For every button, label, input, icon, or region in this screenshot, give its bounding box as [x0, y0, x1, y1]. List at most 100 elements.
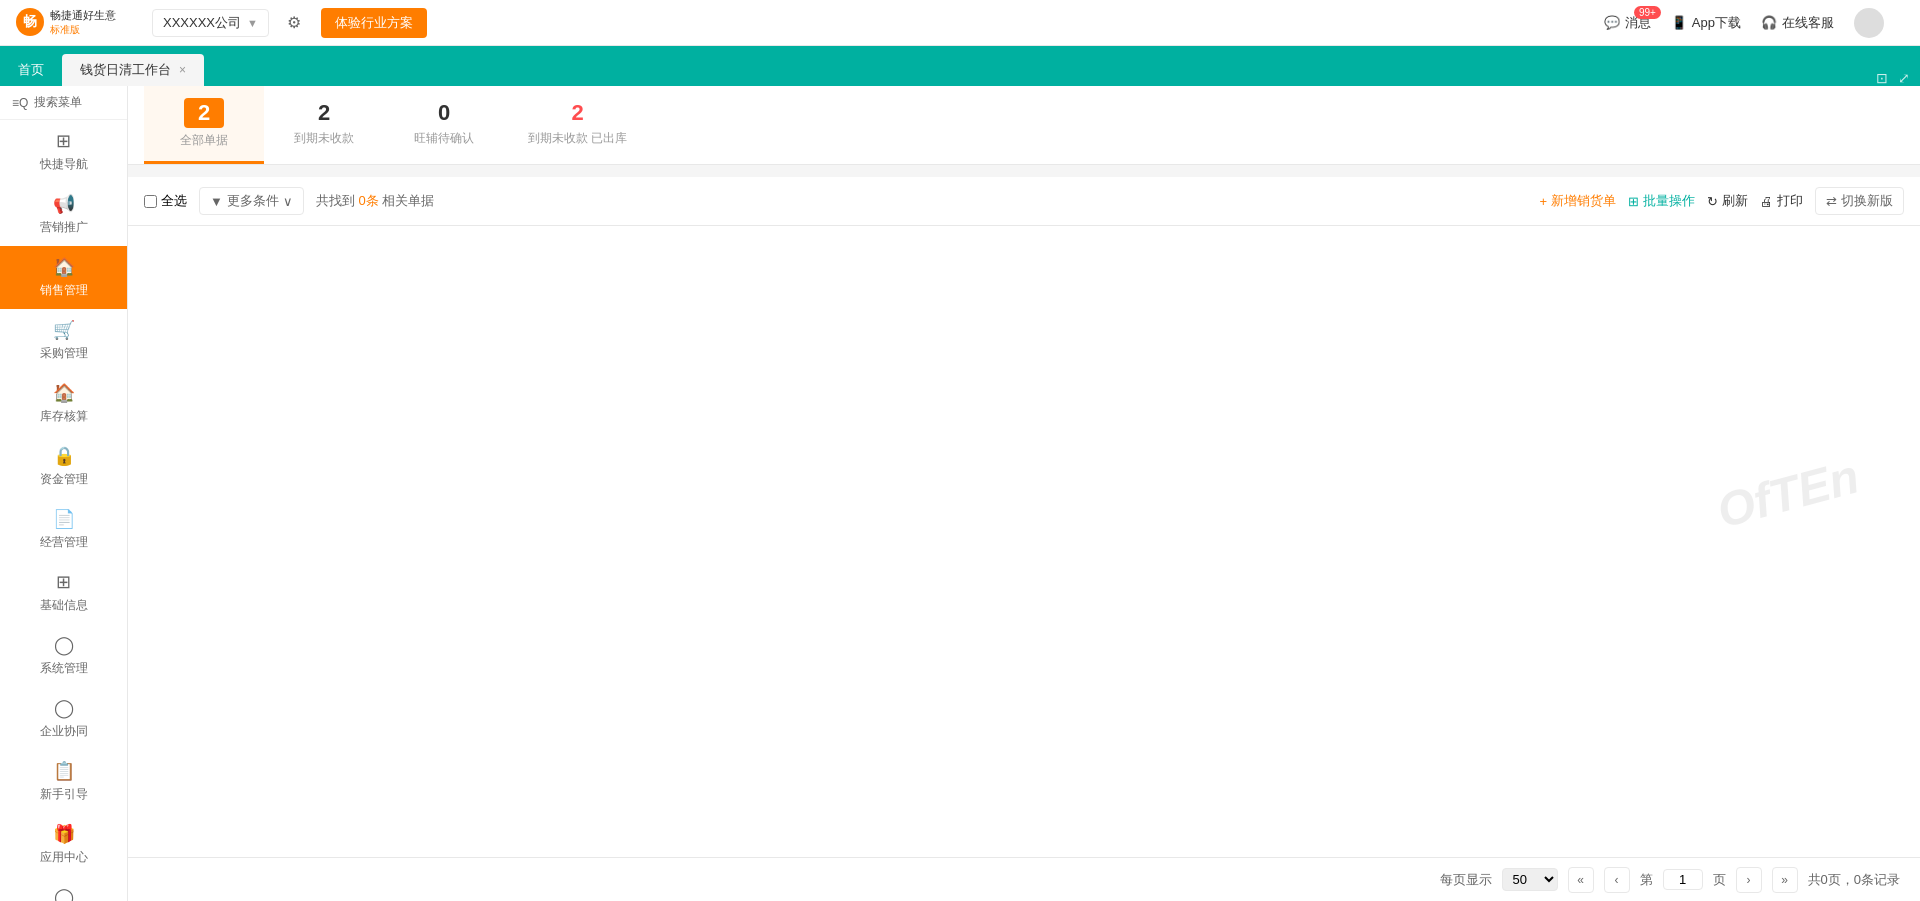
stat-all[interactable]: 2 全部单据 — [144, 86, 264, 164]
app-download-action[interactable]: 📱 App下载 — [1671, 14, 1741, 32]
switch-icon: ⇄ — [1826, 194, 1837, 209]
sidebar-search[interactable]: ≡Q 搜索菜单 — [0, 86, 127, 120]
messages-badge: 99+ — [1634, 6, 1661, 19]
guide-icon: 📋 — [53, 760, 75, 782]
sidebar-item-marketing[interactable]: 📢 营销推广 — [0, 183, 127, 246]
stat-all-label: 全部单据 — [180, 132, 228, 149]
select-all-input[interactable] — [144, 195, 157, 208]
header-right: 💬 消息 99+ 📱 App下载 🎧 在线客服 — [1604, 8, 1904, 38]
app-center-icon: 🎁 — [53, 823, 75, 845]
sidebar-label-basic-info: 基础信息 — [40, 597, 88, 614]
marketing-icon: 📢 — [53, 193, 75, 215]
top-header: 畅 畅捷通好生意 标准版 XXXXXX公司 ▼ ⚙ 体验行业方案 💬 消息 99… — [0, 0, 1920, 46]
new-order-button[interactable]: + 新增销货单 — [1539, 192, 1616, 210]
grid-icon: ⊞ — [56, 130, 71, 152]
new-order-label: 新增销货单 — [1551, 192, 1616, 210]
stats-bar: 2 全部单据 2 到期未收款 0 旺辅待确认 2 到期未收款 已出库 — [128, 86, 1920, 165]
prev-page-icon: ‹ — [1615, 873, 1619, 887]
sidebar-label-inventory: 库存核算 — [40, 408, 88, 425]
system-icon: ◯ — [54, 634, 74, 656]
last-page-icon: » — [1781, 873, 1788, 887]
sidebar-label-purchase: 采购管理 — [40, 345, 88, 362]
capital-icon: 🔒 — [53, 445, 75, 467]
sidebar-item-app-center[interactable]: 🎁 应用中心 — [0, 813, 127, 876]
sales-icon: 🏠 — [53, 256, 75, 278]
first-page-button[interactable]: « — [1568, 867, 1594, 893]
toolbar: 全选 ▼ 更多条件 ∨ 共找到 0条 相关单据 + 新增销货单 ⊞ 批量操作 — [128, 177, 1920, 226]
refresh-button[interactable]: ↻ 刷新 — [1707, 192, 1748, 210]
sidebar-item-wechat[interactable]: ◯ 企业微信 — [0, 876, 127, 901]
print-label: 打印 — [1777, 192, 1803, 210]
company-name: XXXXXX公司 — [163, 14, 241, 32]
sidebar-label-system: 系统管理 — [40, 660, 88, 677]
per-page-label: 每页显示 — [1440, 871, 1492, 889]
page-text2: 页 — [1713, 871, 1726, 889]
last-page-button[interactable]: » — [1772, 867, 1798, 893]
page-number-input[interactable] — [1663, 869, 1703, 890]
sidebar-item-cooperation[interactable]: ◯ 企业协同 — [0, 687, 127, 750]
next-page-button[interactable]: › — [1736, 867, 1762, 893]
batch-action-button[interactable]: ⊞ 批量操作 — [1628, 192, 1695, 210]
select-all-checkbox[interactable]: 全选 — [144, 192, 187, 210]
online-service-label: 在线客服 — [1782, 14, 1834, 32]
switch-version-button[interactable]: ⇄ 切换新版 — [1815, 187, 1904, 215]
stat-pending[interactable]: 0 旺辅待确认 — [384, 86, 504, 164]
refresh-icon: ↻ — [1707, 194, 1718, 209]
mobile-icon: 📱 — [1671, 15, 1687, 30]
toolbar-right: + 新增销货单 ⊞ 批量操作 ↻ 刷新 🖨 打印 ⇄ 切换新版 — [1539, 187, 1904, 215]
sidebar-item-sales[interactable]: 🏠 销售管理 — [0, 246, 127, 309]
filter-label: 更多条件 — [227, 192, 279, 210]
app-download-label: App下载 — [1692, 14, 1741, 32]
sidebar-item-system[interactable]: ◯ 系统管理 — [0, 624, 127, 687]
print-button[interactable]: 🖨 打印 — [1760, 192, 1803, 210]
sidebar-item-inventory[interactable]: 🏠 库存核算 — [0, 372, 127, 435]
user-avatar[interactable] — [1854, 8, 1884, 38]
found-count: 0条 — [359, 193, 379, 208]
watermark: OfTEn — [1711, 448, 1864, 538]
sidebar-label-quick-nav: 快捷导航 — [40, 156, 88, 173]
wechat-icon: ◯ — [54, 886, 74, 901]
operations-icon: 📄 — [53, 508, 75, 530]
stat-overdue[interactable]: 2 到期未收款 — [264, 86, 384, 164]
stat-overdue-num: 2 — [318, 100, 330, 126]
sidebar-label-app-center: 应用中心 — [40, 849, 88, 866]
logo-text: 畅捷通好生意 标准版 — [50, 8, 116, 36]
filter-arrow-icon: ∨ — [283, 194, 293, 209]
tab-cash-flow[interactable]: 钱货日清工作台 × — [62, 54, 204, 86]
company-selector[interactable]: XXXXXX公司 ▼ — [152, 9, 269, 37]
tab-home-label: 首页 — [18, 61, 44, 79]
sidebar-item-quick-nav[interactable]: ⊞ 快捷导航 — [0, 120, 127, 183]
chevron-down-icon: ▼ — [247, 17, 258, 29]
stat-pending-num: 0 — [438, 100, 450, 126]
sidebar-label-sales: 销售管理 — [40, 282, 88, 299]
trial-button[interactable]: 体验行业方案 — [321, 8, 427, 38]
sidebar-item-guide[interactable]: 📋 新手引导 — [0, 750, 127, 813]
filter-button[interactable]: ▼ 更多条件 ∨ — [199, 187, 304, 215]
total-info: 共0页，0条记录 — [1808, 871, 1900, 889]
stat-shipped-label: 到期未收款 已出库 — [528, 130, 627, 147]
logo-icon: 畅 — [16, 8, 44, 36]
prev-page-button[interactable]: ‹ — [1604, 867, 1630, 893]
stat-shipped[interactable]: 2 到期未收款 已出库 — [504, 86, 651, 164]
sidebar-item-basic-info[interactable]: ⊞ 基础信息 — [0, 561, 127, 624]
next-page-icon: › — [1747, 873, 1751, 887]
search-icon: ≡Q — [12, 96, 28, 110]
logo-area: 畅 畅捷通好生意 标准版 — [16, 8, 144, 36]
stat-overdue-label: 到期未收款 — [294, 130, 354, 147]
minimize-icon[interactable]: ⊡ — [1876, 70, 1888, 86]
settings-icon[interactable]: ⚙ — [279, 8, 309, 38]
sidebar-item-purchase[interactable]: 🛒 采购管理 — [0, 309, 127, 372]
basic-info-icon: ⊞ — [56, 571, 71, 593]
tab-home[interactable]: 首页 — [0, 54, 62, 86]
sidebar-item-capital[interactable]: 🔒 资金管理 — [0, 435, 127, 498]
switch-label: 切换新版 — [1841, 192, 1893, 210]
per-page-select[interactable]: 50 10 20 100 — [1502, 868, 1558, 891]
maximize-icon[interactable]: ⤢ — [1898, 70, 1910, 86]
message-icon: 💬 — [1604, 15, 1620, 30]
sidebar-item-operations[interactable]: 📄 经营管理 — [0, 498, 127, 561]
content-area: 2 全部单据 2 到期未收款 0 旺辅待确认 2 到期未收款 已出库 全选 — [128, 86, 1920, 901]
messages-action[interactable]: 💬 消息 99+ — [1604, 14, 1651, 32]
online-service-action[interactable]: 🎧 在线客服 — [1761, 14, 1834, 32]
plus-icon: + — [1539, 194, 1547, 209]
close-tab-icon[interactable]: × — [179, 63, 186, 77]
